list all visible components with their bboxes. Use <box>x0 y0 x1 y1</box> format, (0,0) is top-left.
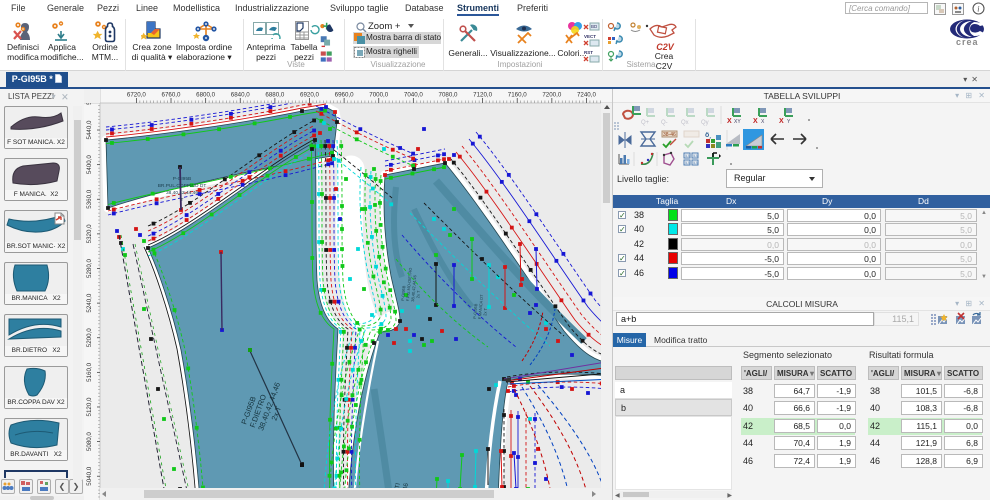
svg-text:6800,0: 6800,0 <box>196 92 215 99</box>
svg-text:BD: BD <box>591 24 598 29</box>
svg-text:7120,0: 7120,0 <box>473 92 492 99</box>
svg-text:6760,0: 6760,0 <box>162 92 181 99</box>
svg-text:X: X <box>761 119 765 125</box>
svg-text:6840,0: 6840,0 <box>231 92 250 99</box>
svg-text:53: 53 <box>685 153 690 158</box>
svg-text:6960,0: 6960,0 <box>335 92 354 99</box>
svg-text:5280,0: 5280,0 <box>86 258 93 277</box>
svg-text:2x T: 2x T <box>415 290 421 299</box>
svg-text:ö¸: ö¸ <box>705 132 712 139</box>
svg-text:Y: Y <box>787 119 791 125</box>
svg-text:5120,0: 5120,0 <box>86 397 93 416</box>
svg-text:5400,0: 5400,0 <box>86 155 93 174</box>
svg-text:6720,0: 6720,0 <box>127 92 146 99</box>
svg-text:53: 53 <box>693 160 698 165</box>
svg-text:Q-: Q- <box>661 120 668 126</box>
svg-text:crea: crea <box>956 37 979 46</box>
svg-text:X: X <box>779 118 784 125</box>
svg-text:7200,0: 7200,0 <box>542 92 561 99</box>
svg-text:38-46: 38-46 <box>663 132 676 138</box>
svg-text:5320,0: 5320,0 <box>86 224 93 243</box>
svg-text:T: T <box>181 197 184 203</box>
svg-text:7080,0: 7080,0 <box>439 92 458 99</box>
svg-text:7240,0: 7240,0 <box>577 92 596 99</box>
svg-text:5440,0: 5440,0 <box>86 120 93 139</box>
svg-text:5080,0: 5080,0 <box>86 432 93 451</box>
svg-text:Qy: Qy <box>701 120 709 126</box>
svg-text:6880,0: 6880,0 <box>265 92 284 99</box>
svg-text:i: i <box>977 5 979 14</box>
svg-text:XY: XY <box>734 119 741 125</box>
svg-text:5200,0: 5200,0 <box>86 328 93 347</box>
svg-text:5240,0: 5240,0 <box>86 293 93 312</box>
svg-text:38,40,42,44,46: 38,40,42,44,46 <box>166 190 198 196</box>
svg-text:53: 53 <box>685 160 690 165</box>
svg-text:Qx: Qx <box>681 120 689 126</box>
svg-text:6920,0: 6920,0 <box>300 92 319 99</box>
svg-text:53: 53 <box>693 153 698 158</box>
svg-text:7160,0: 7160,0 <box>508 92 527 99</box>
svg-text:7000,0: 7000,0 <box>369 92 388 99</box>
svg-text:X: X <box>753 118 758 125</box>
svg-text:BR.PUL.COPPINO DT: BR.PUL.COPPINO DT <box>158 183 207 189</box>
svg-text:7040,0: 7040,0 <box>404 92 423 99</box>
svg-text:Q+: Q+ <box>641 120 650 126</box>
svg-text:5160,0: 5160,0 <box>86 362 93 381</box>
svg-text:VECT: VECT <box>584 34 596 39</box>
svg-text:2x T: 2x T <box>482 307 488 316</box>
svg-text:5040,0: 5040,0 <box>86 466 93 485</box>
svg-text:RST: RST <box>584 50 593 55</box>
svg-text:X: X <box>727 118 732 125</box>
svg-text:P-GI95B: P-GI95B <box>173 176 191 182</box>
svg-text:5360,0: 5360,0 <box>86 189 93 208</box>
